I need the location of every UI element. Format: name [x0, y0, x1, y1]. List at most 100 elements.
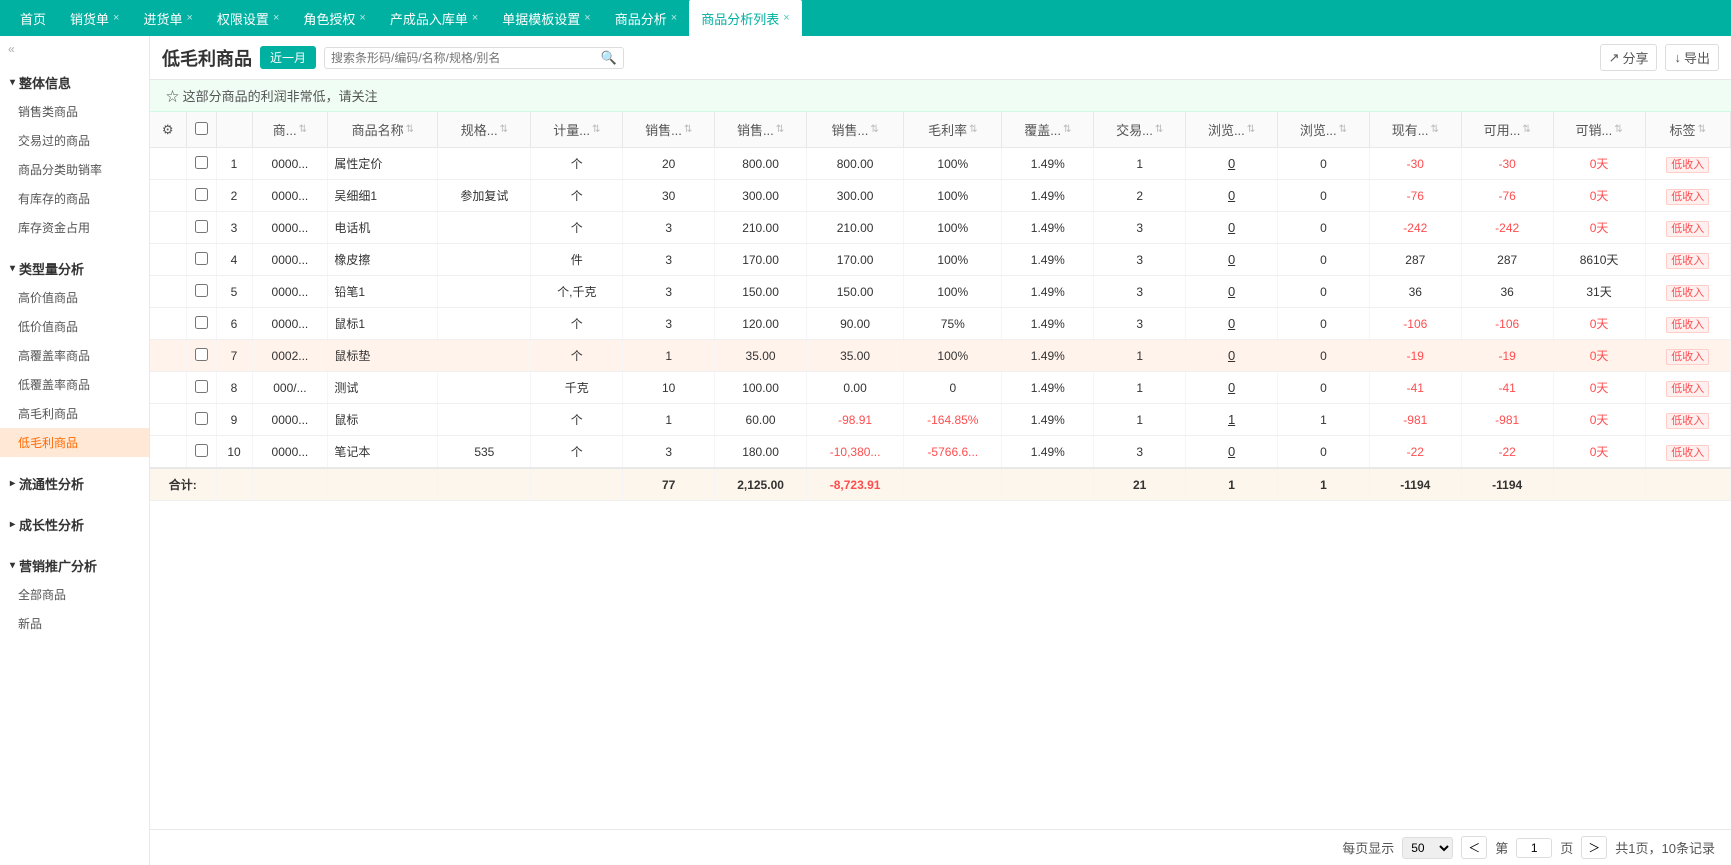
- sidebar-item-inventory-capital[interactable]: 库存资金占用: [0, 213, 149, 242]
- close-icon[interactable]: ×: [273, 12, 279, 24]
- sort-icon[interactable]: ⇅: [299, 124, 307, 135]
- view1-link[interactable]: 0: [1228, 220, 1235, 235]
- row-checkbox[interactable]: [195, 220, 208, 233]
- sidebar-item-low-coverage[interactable]: 低覆盖率商品: [0, 370, 149, 399]
- th-sales-amount[interactable]: 销售...⇅: [715, 112, 807, 148]
- th-tag[interactable]: 标签⇅: [1645, 112, 1731, 148]
- cell-view1[interactable]: 0: [1186, 340, 1278, 372]
- cell-checkbox[interactable]: [186, 180, 216, 212]
- th-spec[interactable]: 规格...⇅: [438, 112, 531, 148]
- view1-link[interactable]: 0: [1228, 284, 1235, 299]
- th-current-stock[interactable]: 现有...⇅: [1369, 112, 1461, 148]
- close-icon[interactable]: ×: [359, 12, 365, 24]
- nav-template-settings[interactable]: 单据模板设置 ×: [490, 0, 602, 36]
- sort-icon[interactable]: ⇅: [776, 124, 784, 135]
- sidebar-group-marketing-title[interactable]: ▾ 营销推广分析: [0, 551, 149, 580]
- sidebar-group-type-title[interactable]: ▾ 类型量分析: [0, 254, 149, 283]
- sidebar-item-traded[interactable]: 交易过的商品: [0, 126, 149, 155]
- sort-icon[interactable]: ⇅: [500, 124, 508, 135]
- sort-icon[interactable]: ⇅: [1698, 124, 1706, 135]
- sort-icon[interactable]: ⇅: [1431, 124, 1439, 135]
- view1-link[interactable]: 0: [1228, 188, 1235, 203]
- row-checkbox[interactable]: [195, 380, 208, 393]
- view1-link[interactable]: 0: [1228, 316, 1235, 331]
- nav-home[interactable]: 首页: [8, 0, 58, 36]
- sidebar-group-overall-title[interactable]: ▾ 整体信息: [0, 68, 149, 97]
- cell-checkbox[interactable]: [186, 212, 216, 244]
- th-view2[interactable]: 浏览...⇅: [1278, 112, 1370, 148]
- sidebar-item-category-sales-rate[interactable]: 商品分类助销率: [0, 155, 149, 184]
- nav-role-auth[interactable]: 角色授权 ×: [291, 0, 377, 36]
- sidebar-item-sales-category[interactable]: 销售类商品: [0, 97, 149, 126]
- cell-checkbox[interactable]: [186, 372, 216, 404]
- th-gross-margin[interactable]: 毛利率⇅: [904, 112, 1002, 148]
- row-checkbox[interactable]: [195, 348, 208, 361]
- nav-permission-settings[interactable]: 权限设置 ×: [205, 0, 291, 36]
- cell-view1[interactable]: 0: [1186, 148, 1278, 180]
- select-all-checkbox[interactable]: [195, 122, 208, 135]
- cell-view1[interactable]: 0: [1186, 308, 1278, 340]
- row-checkbox[interactable]: [195, 188, 208, 201]
- sort-icon[interactable]: ⇅: [1155, 124, 1163, 135]
- close-icon[interactable]: ×: [472, 12, 478, 24]
- sidebar-item-low-value[interactable]: 低价值商品: [0, 312, 149, 341]
- close-icon[interactable]: ×: [186, 12, 192, 24]
- view1-link[interactable]: 0: [1228, 380, 1235, 395]
- sidebar-item-low-margin[interactable]: 低毛利商品: [0, 428, 149, 457]
- cell-view1[interactable]: 0: [1186, 180, 1278, 212]
- th-unit[interactable]: 计量...⇅: [531, 112, 623, 148]
- settings-icon[interactable]: ⚙: [162, 122, 174, 137]
- sort-icon[interactable]: ⇅: [969, 124, 977, 135]
- view1-link[interactable]: 0: [1228, 444, 1235, 459]
- row-checkbox[interactable]: [195, 412, 208, 425]
- th-coverage[interactable]: 覆盖...⇅: [1002, 112, 1094, 148]
- next-page-button[interactable]: ＞: [1581, 836, 1607, 859]
- th-code[interactable]: 商...⇅: [252, 112, 328, 148]
- th-settings[interactable]: ⚙: [150, 112, 186, 148]
- sidebar-item-in-stock[interactable]: 有库存的商品: [0, 184, 149, 213]
- th-view1[interactable]: 浏览...⇅: [1186, 112, 1278, 148]
- nav-purchase-order[interactable]: 进货单 ×: [131, 0, 204, 36]
- row-checkbox[interactable]: [195, 156, 208, 169]
- th-transaction[interactable]: 交易...⇅: [1094, 112, 1186, 148]
- nav-product-analysis[interactable]: 商品分析 ×: [603, 0, 689, 36]
- cell-view1[interactable]: 1: [1186, 404, 1278, 436]
- th-checkbox[interactable]: [186, 112, 216, 148]
- cell-checkbox[interactable]: [186, 276, 216, 308]
- cell-checkbox[interactable]: [186, 148, 216, 180]
- view1-link[interactable]: 1: [1228, 412, 1235, 427]
- nav-product-inbound[interactable]: 产成品入库单 ×: [378, 0, 490, 36]
- th-sellable-days[interactable]: 可销...⇅: [1553, 112, 1645, 148]
- share-button[interactable]: ↗ 分享: [1600, 44, 1658, 71]
- row-checkbox[interactable]: [195, 284, 208, 297]
- cell-checkbox[interactable]: [186, 308, 216, 340]
- search-input[interactable]: [331, 51, 601, 65]
- sidebar-item-high-coverage[interactable]: 高覆盖率商品: [0, 341, 149, 370]
- cell-view1[interactable]: 0: [1186, 276, 1278, 308]
- cell-view1[interactable]: 0: [1186, 436, 1278, 469]
- cell-view1[interactable]: 0: [1186, 212, 1278, 244]
- row-checkbox[interactable]: [195, 252, 208, 265]
- per-page-select[interactable]: 50 20 100: [1402, 837, 1453, 859]
- sort-icon[interactable]: ⇅: [1522, 124, 1530, 135]
- export-button[interactable]: ↓ 导出: [1665, 44, 1719, 71]
- prev-page-button[interactable]: ＜: [1461, 836, 1487, 859]
- sort-icon[interactable]: ⇅: [1339, 124, 1347, 135]
- search-icon[interactable]: 🔍: [601, 50, 617, 66]
- sort-icon[interactable]: ⇅: [592, 124, 600, 135]
- sidebar-group-liquidity-title[interactable]: ▸ 流通性分析: [0, 469, 149, 498]
- sidebar-item-high-margin[interactable]: 高毛利商品: [0, 399, 149, 428]
- th-sales-qty[interactable]: 销售...⇅: [623, 112, 715, 148]
- close-icon[interactable]: ×: [113, 12, 119, 24]
- filter-button[interactable]: 近一月: [260, 46, 316, 69]
- cell-checkbox[interactable]: [186, 340, 216, 372]
- th-name[interactable]: 商品名称⇅: [328, 112, 438, 148]
- sort-icon[interactable]: ⇅: [684, 124, 692, 135]
- sort-icon[interactable]: ⇅: [870, 124, 878, 135]
- row-checkbox[interactable]: [195, 444, 208, 457]
- row-checkbox[interactable]: [195, 316, 208, 329]
- sort-icon[interactable]: ⇅: [1247, 124, 1255, 135]
- cell-view1[interactable]: 0: [1186, 372, 1278, 404]
- view1-link[interactable]: 0: [1228, 156, 1235, 171]
- collapse-btn[interactable]: «: [8, 42, 15, 56]
